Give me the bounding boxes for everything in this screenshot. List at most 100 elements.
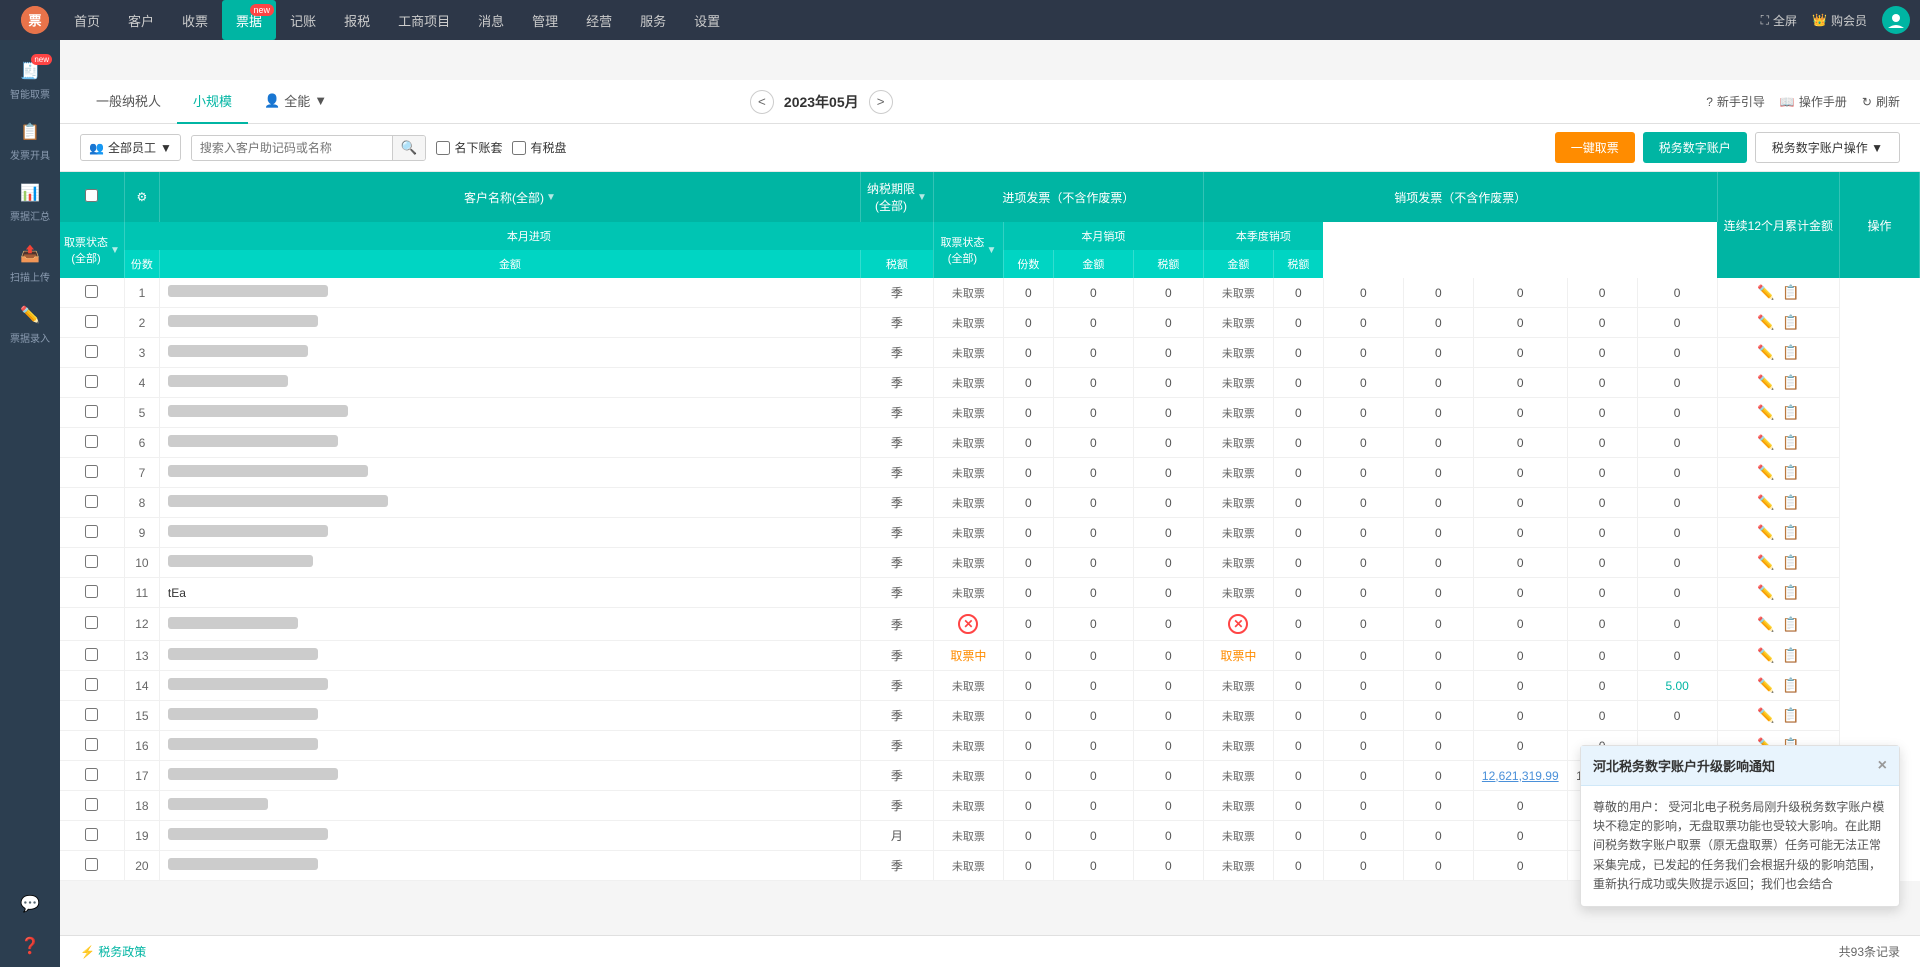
one-click-button[interactable]: 一键取票	[1555, 132, 1635, 163]
row-checkbox[interactable]	[85, 798, 98, 811]
notification-close-button[interactable]: ×	[1878, 757, 1887, 775]
row-checkbox[interactable]	[85, 345, 98, 358]
new-guide-button[interactable]: ? 新手引导	[1706, 93, 1765, 110]
edit-icon[interactable]: ✏️	[1757, 677, 1774, 693]
row-checkbox[interactable]	[85, 285, 98, 298]
tab-general-taxpayer[interactable]: 一般纳税人	[80, 80, 177, 124]
chat-icon: 💬	[19, 893, 41, 915]
row-checkbox[interactable]	[85, 315, 98, 328]
row-checkbox[interactable]	[85, 828, 98, 841]
nav-home[interactable]: 首页	[60, 0, 114, 40]
edit-icon[interactable]: ✏️	[1757, 524, 1774, 540]
settings-icon[interactable]: ⚙	[137, 190, 148, 204]
copy-icon[interactable]: 📋	[1782, 434, 1799, 450]
in-count-cell: 0	[1003, 518, 1053, 548]
edit-icon[interactable]: ✏️	[1757, 404, 1774, 420]
sidebar-item-invoice-open[interactable]: 📋 发票开具	[0, 111, 60, 172]
copy-icon[interactable]: 📋	[1782, 494, 1799, 510]
copy-icon[interactable]: 📋	[1782, 314, 1799, 330]
edit-icon[interactable]: ✏️	[1757, 374, 1774, 390]
copy-icon[interactable]: 📋	[1782, 374, 1799, 390]
checkbox-sub[interactable]	[436, 141, 450, 155]
sidebar-item-chat[interactable]: 💬	[0, 883, 60, 925]
edit-icon[interactable]: ✏️	[1757, 584, 1774, 600]
nav-message[interactable]: 消息	[464, 0, 518, 40]
nav-operation[interactable]: 经营	[572, 0, 626, 40]
copy-icon[interactable]: 📋	[1782, 554, 1799, 570]
check-sub-accounts[interactable]: 名下账套	[436, 139, 502, 156]
row-checkbox[interactable]	[85, 525, 98, 538]
fullscreen-button[interactable]: ⛶ 全屏	[1761, 12, 1797, 29]
row-checkbox[interactable]	[85, 708, 98, 721]
checkbox-disk[interactable]	[512, 141, 526, 155]
sidebar-item-scan[interactable]: 📤 扫描上传	[0, 233, 60, 294]
nav-manage[interactable]: 管理	[518, 0, 572, 40]
row-checkbox[interactable]	[85, 375, 98, 388]
check-has-disk[interactable]: 有税盘	[512, 139, 566, 156]
refresh-button[interactable]: ↻ 刷新	[1862, 93, 1900, 110]
user-avatar[interactable]	[1882, 6, 1910, 34]
nav-tax[interactable]: 报税	[330, 0, 384, 40]
out-status-sort[interactable]: 取票状态(全部) ▼	[938, 234, 999, 266]
nav-customer[interactable]: 客户	[114, 0, 168, 40]
copy-icon[interactable]: 📋	[1782, 464, 1799, 480]
edit-icon[interactable]: ✏️	[1757, 344, 1774, 360]
nav-invoice[interactable]: 票据 new	[222, 0, 276, 40]
nav-settings[interactable]: 设置	[680, 0, 734, 40]
row-checkbox[interactable]	[85, 555, 98, 568]
in-status-sort[interactable]: 取票状态(全部) ▼	[64, 234, 120, 266]
row-checkbox[interactable]	[85, 738, 98, 751]
row-checkbox[interactable]	[85, 435, 98, 448]
edit-icon[interactable]: ✏️	[1757, 434, 1774, 450]
edit-icon[interactable]: ✏️	[1757, 554, 1774, 570]
manual-button[interactable]: 📖 操作手册	[1780, 93, 1847, 110]
row-checkbox[interactable]	[85, 405, 98, 418]
select-all-checkbox[interactable]	[85, 189, 98, 202]
copy-icon[interactable]: 📋	[1782, 404, 1799, 420]
member-button[interactable]: 👑 购会员	[1812, 12, 1867, 29]
search-input[interactable]	[192, 137, 392, 159]
edit-icon[interactable]: ✏️	[1757, 647, 1774, 663]
row-checkbox[interactable]	[85, 858, 98, 871]
copy-icon[interactable]: 📋	[1782, 707, 1799, 723]
copy-icon[interactable]: 📋	[1782, 616, 1799, 632]
nav-receive[interactable]: 收票	[168, 0, 222, 40]
digital-ops-button[interactable]: 税务数字账户操作 ▼	[1755, 132, 1900, 163]
employee-select[interactable]: 👥 全部员工 ▼	[80, 134, 181, 161]
nav-business[interactable]: 工商项目	[384, 0, 464, 40]
tab-small-scale[interactable]: 小规模	[177, 80, 248, 124]
copy-icon[interactable]: 📋	[1782, 584, 1799, 600]
sidebar-item-entry[interactable]: ✏️ 票据录入	[0, 294, 60, 355]
nav-accounting[interactable]: 记账	[276, 0, 330, 40]
row-checkbox[interactable]	[85, 648, 98, 661]
tax-policy-link[interactable]: ⚡ 税务政策	[80, 943, 146, 960]
tab-all-in-one[interactable]: 👤 全能 ▼	[248, 80, 343, 124]
row-checkbox[interactable]	[85, 768, 98, 781]
copy-icon[interactable]: 📋	[1782, 344, 1799, 360]
search-button[interactable]: 🔍	[392, 136, 426, 160]
digital-account-button[interactable]: 税务数字账户	[1643, 132, 1747, 163]
date-next-button[interactable]: >	[869, 90, 893, 114]
copy-icon[interactable]: 📋	[1782, 677, 1799, 693]
row-checkbox[interactable]	[85, 465, 98, 478]
sidebar-item-summary[interactable]: 📊 票据汇总	[0, 172, 60, 233]
sidebar-item-help[interactable]: ❓	[0, 925, 60, 967]
date-prev-button[interactable]: <	[750, 90, 774, 114]
tax-period-sort[interactable]: 纳税期限(全部) ▼	[867, 180, 927, 214]
sidebar-item-smart-ticket[interactable]: 🧾 智能取票 new	[0, 50, 60, 111]
nav-service[interactable]: 服务	[626, 0, 680, 40]
copy-icon[interactable]: 📋	[1782, 284, 1799, 300]
edit-icon[interactable]: ✏️	[1757, 494, 1774, 510]
client-name-sort[interactable]: 客户名称(全部) ▼	[166, 189, 854, 206]
edit-icon[interactable]: ✏️	[1757, 314, 1774, 330]
edit-icon[interactable]: ✏️	[1757, 464, 1774, 480]
row-checkbox[interactable]	[85, 616, 98, 629]
copy-icon[interactable]: 📋	[1782, 647, 1799, 663]
row-checkbox[interactable]	[85, 585, 98, 598]
copy-icon[interactable]: 📋	[1782, 524, 1799, 540]
edit-icon[interactable]: ✏️	[1757, 616, 1774, 632]
edit-icon[interactable]: ✏️	[1757, 284, 1774, 300]
row-checkbox[interactable]	[85, 495, 98, 508]
edit-icon[interactable]: ✏️	[1757, 707, 1774, 723]
row-checkbox[interactable]	[85, 678, 98, 691]
